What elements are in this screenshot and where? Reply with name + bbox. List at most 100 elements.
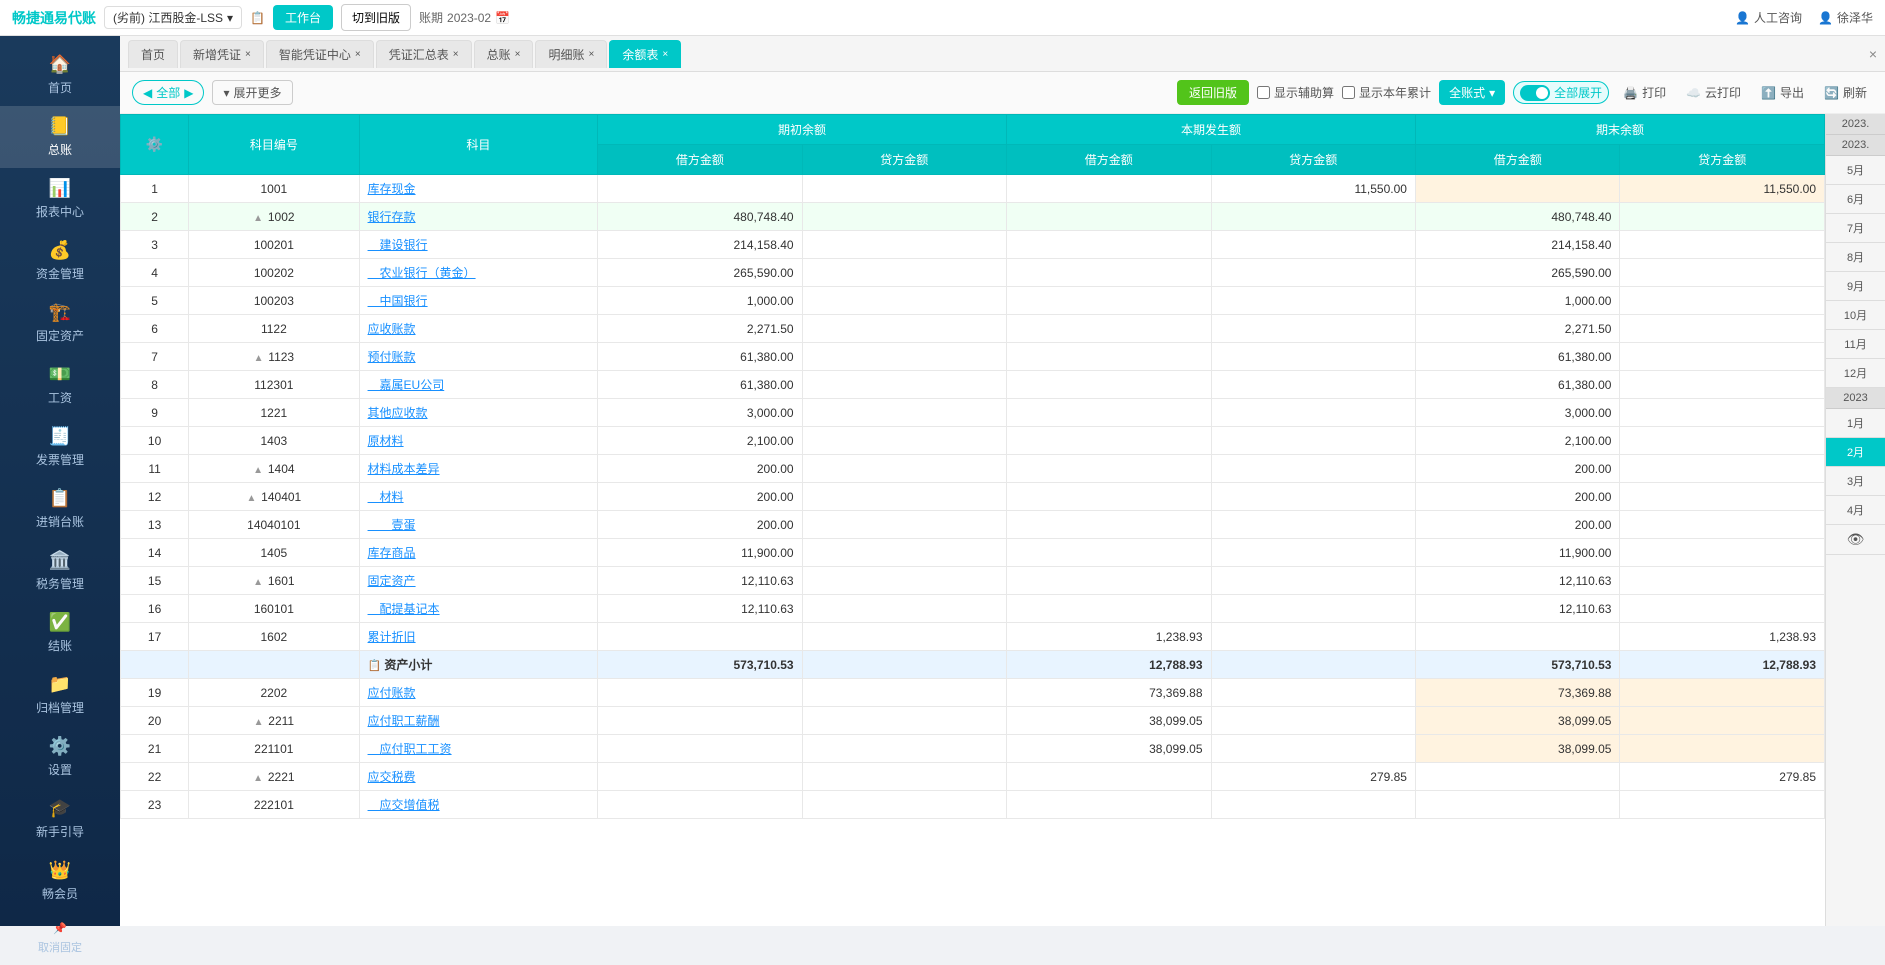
tab-general-ledger[interactable]: 总账 × (474, 40, 534, 68)
right-panel-month-10[interactable]: 10月 (1826, 301, 1885, 330)
name-link-20[interactable]: 应付职工薪酬 (368, 714, 440, 728)
sidebar-item-archive[interactable]: 📁 归档管理 (0, 664, 120, 726)
sidebar-item-home[interactable]: 🏠 首页 (0, 44, 120, 106)
export-button[interactable]: ⬆️ 导出 (1755, 80, 1810, 105)
expand-icon-7[interactable]: ▲ (254, 353, 267, 364)
name-link-10[interactable]: 原材料 (368, 434, 404, 448)
name-link-7[interactable]: 预付账款 (368, 350, 416, 364)
cell-name-18[interactable]: 📋 资产小计 (359, 651, 598, 679)
name-link-23[interactable]: 应交增值税 (368, 798, 440, 812)
cell-name-10[interactable]: 原材料 (359, 427, 598, 455)
cell-name-2[interactable]: 银行存款 (359, 203, 598, 231)
cell-name-9[interactable]: 其他应收款 (359, 399, 598, 427)
sidebar-item-checkout[interactable]: ✅ 结账 (0, 602, 120, 664)
cell-name-21[interactable]: 应付职工工资 (359, 735, 598, 763)
close-all-tabs[interactable]: × (1869, 46, 1877, 62)
gear-icon[interactable]: ⚙️ (146, 136, 163, 152)
return-old-version-button[interactable]: 返回旧版 (1177, 80, 1249, 105)
sidebar-item-invoice[interactable]: 🧾 发票管理 (0, 416, 120, 478)
tab-close-detail-ledger[interactable]: × (588, 49, 594, 60)
toggle-switch[interactable] (1520, 85, 1550, 101)
tab-detail-ledger[interactable]: 明细账 × (535, 40, 607, 68)
cell-name-14[interactable]: 库存商品 (359, 539, 598, 567)
show-ytd-checkbox[interactable]: 显示本年累计 (1342, 84, 1431, 101)
cell-name-23[interactable]: 应交增值税 (359, 791, 598, 819)
tab-voucher-summary[interactable]: 凭证汇总表 × (376, 40, 472, 68)
name-link-9[interactable]: 其他应收款 (368, 406, 428, 420)
tab-close-smart-voucher[interactable]: × (355, 49, 361, 60)
cell-name-1[interactable]: 库存现金 (359, 175, 598, 203)
name-link-15[interactable]: 固定资产 (368, 574, 416, 588)
cell-name-7[interactable]: 预付账款 (359, 343, 598, 371)
switch-button[interactable]: 切到旧版 (341, 4, 411, 31)
cell-name-15[interactable]: 固定资产 (359, 567, 598, 595)
tab-close-new-voucher[interactable]: × (245, 49, 251, 60)
show-aux-checkbox[interactable]: 显示辅助算 (1257, 84, 1334, 101)
sidebar-item-assets[interactable]: 🏗️ 固定资产 (0, 292, 120, 354)
cell-name-12[interactable]: 材料 (359, 483, 598, 511)
tab-close-voucher-summary[interactable]: × (453, 49, 459, 60)
right-panel-month-5[interactable]: 5月 (1826, 156, 1885, 185)
name-link-6[interactable]: 应收账款 (368, 322, 416, 336)
sidebar-item-settings[interactable]: ⚙️ 设置 (0, 726, 120, 788)
sidebar-item-funds[interactable]: 💰 资金管理 (0, 230, 120, 292)
cell-name-13[interactable]: 壹蛋 (359, 511, 598, 539)
cell-name-3[interactable]: 建设银行 (359, 231, 598, 259)
expand-icon-2[interactable]: ▲ (253, 213, 266, 224)
ytd-checkbox-input[interactable] (1342, 86, 1355, 99)
right-panel-month-9[interactable]: 9月 (1826, 272, 1885, 301)
sidebar-unpin[interactable]: 📌 取消固定 (0, 912, 120, 965)
sidebar-item-purchase[interactable]: 📋 进销台账 (0, 478, 120, 540)
right-panel-month-1[interactable]: 1月 (1826, 409, 1885, 438)
name-link-5[interactable]: 中国银行 (368, 294, 428, 308)
tab-close-balance[interactable]: × (662, 49, 668, 60)
name-link-8[interactable]: 嘉属EU公司 (368, 378, 445, 392)
th-settings[interactable]: ⚙️ (121, 115, 189, 175)
cell-name-17[interactable]: 累计折旧 (359, 623, 598, 651)
refresh-button[interactable]: 🔄 刷新 (1818, 80, 1873, 105)
user-name-area[interactable]: 👤 徐泽华 (1818, 9, 1873, 26)
name-link-14[interactable]: 库存商品 (368, 546, 416, 560)
expand-icon-12[interactable]: ▲ (246, 493, 259, 504)
right-panel-eye[interactable]: 👁 (1826, 525, 1885, 555)
name-link-12[interactable]: 材料 (368, 490, 404, 504)
name-link-21[interactable]: 应付职工工资 (368, 742, 452, 756)
name-link-3[interactable]: 建设银行 (368, 238, 428, 252)
sidebar-item-tax[interactable]: 🏛️ 税务管理 (0, 540, 120, 602)
expand-more-button[interactable]: ▾ 展开更多 (212, 80, 292, 105)
right-panel-month-11[interactable]: 11月 (1826, 330, 1885, 359)
cell-name-6[interactable]: 应收账款 (359, 315, 598, 343)
cell-name-20[interactable]: 应付职工薪酬 (359, 707, 598, 735)
name-link-22[interactable]: 应交税费 (368, 770, 416, 784)
name-link-17[interactable]: 累计折旧 (368, 630, 416, 644)
cell-name-4[interactable]: 农业银行（黄金） (359, 259, 598, 287)
sidebar-item-member[interactable]: 👑 畅会员 (0, 850, 120, 912)
full-mode-button[interactable]: 全账式 ▾ (1439, 80, 1505, 105)
expand-icon-11[interactable]: ▲ (253, 465, 266, 476)
name-link-2[interactable]: 银行存款 (368, 210, 416, 224)
expand-all-toggle[interactable]: 全部展开 (1513, 81, 1609, 104)
cell-name-8[interactable]: 嘉属EU公司 (359, 371, 598, 399)
cell-name-16[interactable]: 配提基记本 (359, 595, 598, 623)
name-link-16[interactable]: 配提基记本 (368, 602, 440, 616)
tab-balance[interactable]: 余额表 × (609, 40, 681, 68)
tab-home[interactable]: 首页 (128, 40, 178, 68)
expand-icon-22[interactable]: ▲ (253, 773, 266, 784)
tab-smart-voucher[interactable]: 智能凭证中心 × (266, 40, 374, 68)
right-panel-month-4[interactable]: 4月 (1826, 496, 1885, 525)
right-panel-month-2[interactable]: 2月 (1826, 438, 1885, 467)
expand-icon-20[interactable]: ▲ (254, 717, 267, 728)
right-panel-month-7[interactable]: 7月 (1826, 214, 1885, 243)
tab-new-voucher[interactable]: 新增凭证 × (180, 40, 264, 68)
copy-icon[interactable]: 📋 (250, 11, 265, 25)
name-link-4[interactable]: 农业银行（黄金） (368, 266, 476, 280)
user-service[interactable]: 👤 人工咨询 (1735, 9, 1802, 26)
name-link-11[interactable]: 材料成本差异 (368, 462, 440, 476)
sidebar-item-reports[interactable]: 📊 报表中心 (0, 168, 120, 230)
name-link-13[interactable]: 壹蛋 (368, 518, 416, 532)
company-selector[interactable]: (劣前) 江西股金-LSS ▾ (104, 6, 242, 29)
all-filter-button[interactable]: ◀ 全部 ▶ (132, 80, 204, 105)
right-panel-month-12[interactable]: 12月 (1826, 359, 1885, 388)
print-button[interactable]: 🖨️ 打印 (1617, 80, 1672, 105)
cell-name-5[interactable]: 中国银行 (359, 287, 598, 315)
